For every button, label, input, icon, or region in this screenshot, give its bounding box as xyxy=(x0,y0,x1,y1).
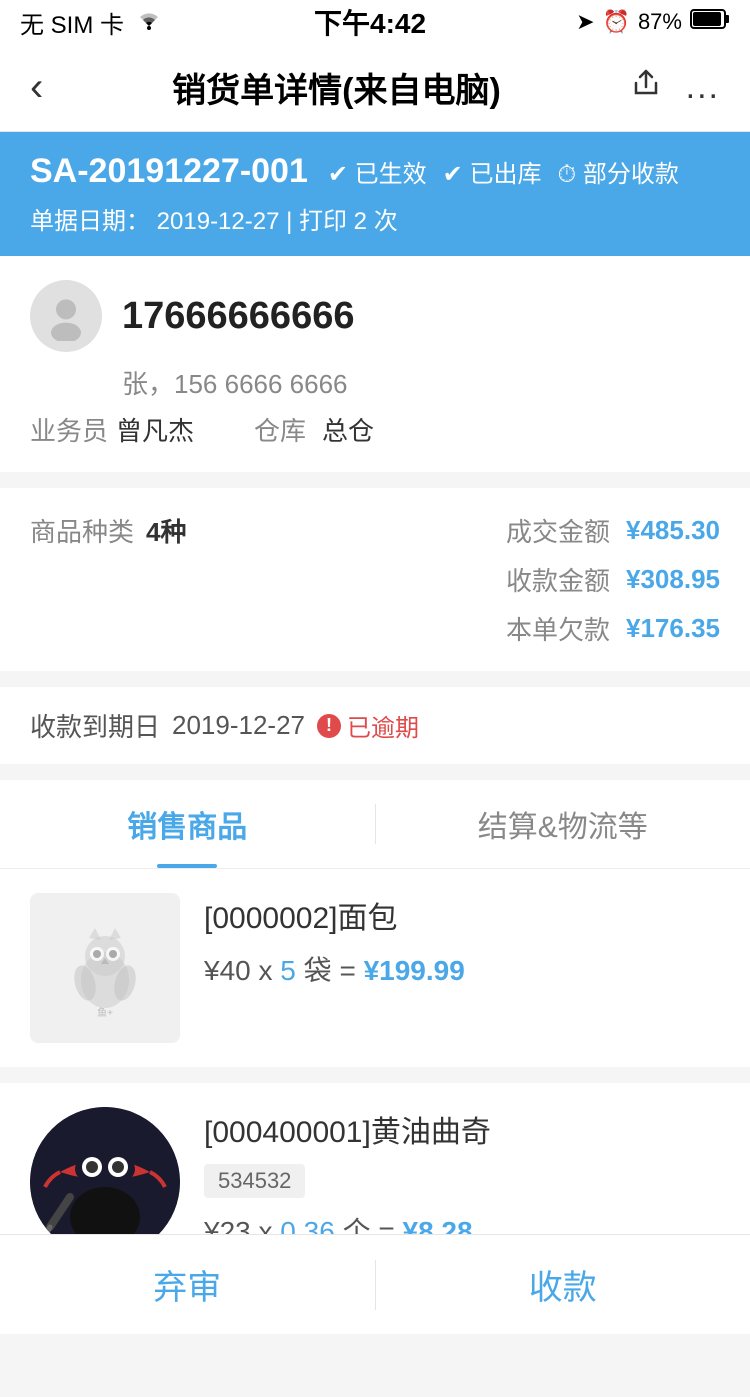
order-id: SA-20191227-001 xyxy=(30,152,308,191)
received-amount-value: ¥308.95 xyxy=(626,564,720,595)
confirm-button[interactable]: 收款 xyxy=(376,1235,750,1334)
more-icon[interactable]: ... xyxy=(686,68,720,107)
share-icon[interactable] xyxy=(630,67,662,108)
status-shipped: ✔ 已出库 xyxy=(443,154,542,189)
qty-1: 5 xyxy=(280,955,296,986)
status-right: ➤ ⏰ 87% xyxy=(576,8,730,36)
due-amount-label: 本单欠款 xyxy=(506,610,610,647)
table-row: 鱼+ [0000002]面包 ¥40 x 5 袋 = ¥199.99 xyxy=(0,869,750,1067)
due-date-section: 收款到期日 2019-12-27 ! 已逾期 xyxy=(0,687,750,764)
status-partial: ⏱ 部分收款 xyxy=(557,154,678,189)
order-header-banner: SA-20191227-001 ✔ 已生效 ✔ 已出库 ⏱ 部分收款 单据日期：… xyxy=(0,132,750,256)
due-date-label: 收款到期日 xyxy=(30,707,160,744)
product-info-1: [0000002]面包 ¥40 x 5 袋 = ¥199.99 xyxy=(204,893,720,989)
order-date-row: 单据日期： 2019-12-27 | 打印 2 次 xyxy=(30,201,720,236)
customer-phone: 17666666666 xyxy=(122,295,354,338)
salesperson-value: 曾凡杰 xyxy=(116,411,194,448)
received-amount-label: 收款金额 xyxy=(506,561,610,598)
overdue-badge: ! 已逾期 xyxy=(317,708,419,743)
tab-products[interactable]: 销售商品 xyxy=(0,780,375,868)
overdue-icon: ! xyxy=(317,714,341,738)
svg-text:鱼+: 鱼+ xyxy=(97,1006,113,1018)
deal-amount-value: ¥485.30 xyxy=(626,515,720,546)
customer-section: 17666666666 张，156 6666 6666 业务员 曾凡杰 仓库 总… xyxy=(0,256,750,472)
due-date-value: 2019-12-27 xyxy=(172,710,305,741)
battery-text: 87% xyxy=(638,9,682,35)
alarm-icon: ⏰ xyxy=(603,9,630,35)
tabs-section: 销售商品 结算&物流等 xyxy=(0,780,750,869)
customer-name-phone: 张，156 6666 6666 xyxy=(122,364,720,401)
status-badges: ✔ 已生效 ✔ 已出库 ⏱ 部分收款 xyxy=(328,154,679,189)
battery-icon xyxy=(690,8,730,36)
product-sku-2: 534532 xyxy=(204,1164,305,1198)
carrier-text: 无 SIM 卡 xyxy=(20,5,124,40)
product-types-label: 商品种类 xyxy=(30,512,134,549)
product-name-1: [0000002]面包 xyxy=(204,893,720,937)
tab-settlement-label: 结算&物流等 xyxy=(478,802,648,846)
deal-amount-label: 成交金额 xyxy=(506,512,610,549)
back-button[interactable]: ‹ xyxy=(30,65,43,110)
page-title: 销货单详情(来自电脑) xyxy=(172,63,501,112)
product-info-2: [000400001]黄油曲奇 534532 ¥23 x 0.36 个 = ¥8… xyxy=(204,1107,720,1250)
overdue-text: 已逾期 xyxy=(347,708,419,743)
status-bar: 无 SIM 卡 下午4:42 ➤ ⏰ 87% xyxy=(0,0,750,44)
due-amount-value: ¥176.35 xyxy=(626,613,720,644)
product-types-value: 4种 xyxy=(146,512,186,549)
bottom-bar: 弃审 收款 xyxy=(0,1234,750,1334)
print-info: | 打印 2 次 xyxy=(286,208,398,235)
status-effective: ✔ 已生效 xyxy=(328,154,427,189)
total-1: ¥199.99 xyxy=(364,955,465,986)
warehouse-label: 仓库 xyxy=(254,411,306,448)
time-text: 下午4:42 xyxy=(314,2,426,42)
customer-info-row: 业务员 曾凡杰 仓库 总仓 xyxy=(30,411,720,448)
nav-bar: ‹ 销货单详情(来自电脑) ... xyxy=(0,44,750,132)
order-date: 2019-12-27 xyxy=(157,208,280,235)
tab-settlement[interactable]: 结算&物流等 xyxy=(376,780,750,868)
product-price-1: ¥40 x 5 袋 = ¥199.99 xyxy=(204,949,720,989)
product-list: 鱼+ [0000002]面包 ¥40 x 5 袋 = ¥199.99 xyxy=(0,869,750,1281)
wifi-icon xyxy=(134,8,164,37)
status-left: 无 SIM 卡 xyxy=(20,5,164,40)
price-unit-1: ¥40 xyxy=(204,955,251,986)
salesperson-label: 业务员 xyxy=(30,411,108,448)
location-icon: ➤ xyxy=(576,9,594,35)
tab-products-label: 销售商品 xyxy=(127,802,247,846)
warehouse-value: 总仓 xyxy=(322,411,374,448)
stats-section: 商品种类 4种 成交金额 ¥485.30 收款金额 ¥308.95 本单欠款 ¥… xyxy=(0,488,750,671)
date-label: 单据日期： xyxy=(30,208,150,235)
unit-1: 袋 xyxy=(304,955,332,986)
product-thumbnail-1: 鱼+ xyxy=(30,893,180,1043)
product-name-2: [000400001]黄油曲奇 xyxy=(204,1107,720,1151)
cancel-button[interactable]: 弃审 xyxy=(0,1235,375,1334)
nav-icons: ... xyxy=(630,67,720,108)
avatar xyxy=(30,280,102,352)
